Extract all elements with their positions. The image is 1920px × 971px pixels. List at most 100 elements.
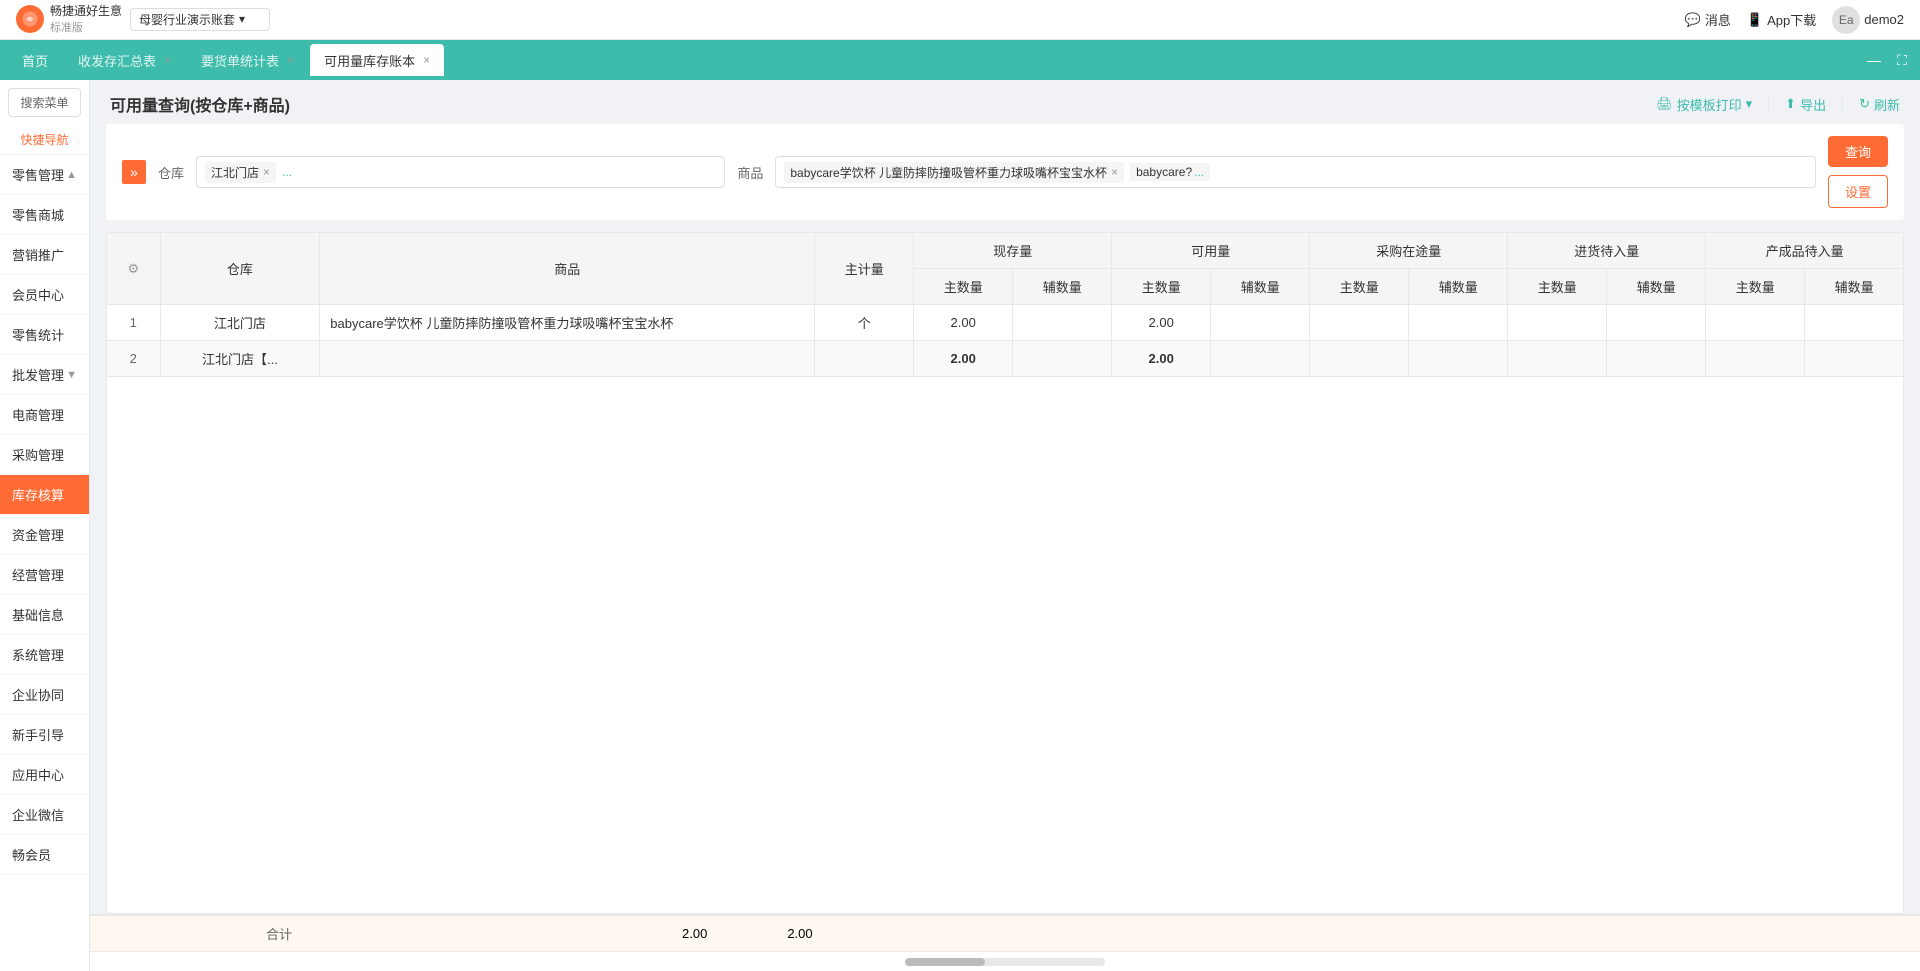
row1-production-aux [1805,305,1903,341]
warehouse-filter-tags[interactable]: 江北门店 × ... [196,156,725,188]
row2-unit [815,341,914,377]
sidebar-item-marketing[interactable]: 营销推广 [0,235,89,275]
row1-stock-aux [1013,305,1112,341]
sidebar-item-newbie[interactable]: 新手引导 [0,715,89,755]
col-production-pending-header: 产成品待入量 [1706,233,1903,269]
sidebar-item-basic[interactable]: 基础信息 [0,595,89,635]
sidebar-label-purchase: 采购管理 [12,445,77,464]
product-tag-2: babycare? ... [1130,163,1210,181]
col-warehouse-header: 仓库 [160,233,320,305]
table-settings-icon[interactable]: ⚙ [127,261,139,276]
sidebar-label-enterprise-wechat: 企业微信 [12,805,77,824]
tab-demand-close[interactable]: × [287,53,294,67]
page-title: 可用量查询(按仓库+商品) [110,92,290,116]
template-print-btn[interactable]: 🖨 按模板打印 ▾ [1656,95,1752,114]
main-layout: 搜索菜单 快捷导航 零售管理 ▲ 零售商城 营销推广 会员中心 零售统计 批发管… [0,80,1920,971]
dropdown-arrow-icon: ▾ [239,12,245,26]
sidebar-item-system[interactable]: 系统管理 [0,635,89,675]
export-btn[interactable]: ⬆ 导出 [1785,95,1826,114]
tab-minimize-btn[interactable]: — [1864,50,1884,70]
message-btn[interactable]: 💬 消息 [1685,10,1731,29]
sidebar-item-retail-mall[interactable]: 零售商城 [0,195,89,235]
sidebar-label-retail-mgmt: 零售管理 [12,165,66,184]
tab-bar: 首页 收发存汇总表 × 要货单统计表 × 可用量库存账本 × — ⛶ [0,40,1920,80]
sidebar-item-member[interactable]: 会员中心 [0,275,89,315]
sidebar-item-purchase[interactable]: 采购管理 [0,435,89,475]
app-download-btn[interactable]: 📱 App下载 [1747,10,1816,29]
row2-purchase-main [1310,341,1409,377]
tab-maximize-btn[interactable]: ⛶ [1892,50,1912,70]
warehouse-more-btn[interactable]: ... [282,165,292,179]
action-divider [1768,96,1769,112]
sidebar-label-newbie: 新手引导 [12,725,77,744]
sidebar-item-retail-mgmt[interactable]: 零售管理 ▲ [0,155,89,195]
avatar: Ea [1832,6,1860,34]
tab-available-close[interactable]: × [423,53,430,67]
sidebar-section: 零售管理 ▲ 零售商城 营销推广 会员中心 零售统计 批发管理 ▼ 电商管理 [0,154,89,875]
content-area: 可用量查询(按仓库+商品) 🖨 按模板打印 ▾ ⬆ 导出 ↻ 刷新 [90,80,1920,971]
sidebar-item-inventory[interactable]: 库存核算 [0,475,89,515]
col-stock-main: 主数量 [914,269,1013,305]
inventory-table: ⚙ 仓库 商品 主计量 现存量 可用量 采购在途量 进货待入量 产成品待入量 主… [107,233,1903,377]
col-purchase-transit-header: 采购在途量 [1310,233,1508,269]
col-settings-header[interactable]: ⚙ [107,233,160,305]
row1-purchase-main [1310,305,1409,341]
sidebar-label-basic: 基础信息 [12,605,77,624]
tab-available[interactable]: 可用量库存账本 × [310,44,444,76]
product-filter-tags[interactable]: babycare学饮杯 儿童防摔防撞吸管杯重力球吸嘴杯宝宝水杯 × babyca… [775,156,1816,188]
query-btn[interactable]: 查询 [1828,136,1888,167]
refresh-icon: ↻ [1859,96,1870,112]
col-production-aux: 辅数量 [1805,269,1903,305]
product-tag-1-close[interactable]: × [1111,165,1118,179]
tab-demand[interactable]: 要货单统计表 × [187,44,308,76]
tab-controls: — ⛶ [1864,50,1912,70]
sidebar-item-enterprise-wechat[interactable]: 企业微信 [0,795,89,835]
account-selector[interactable]: 母婴行业演示账套 ▾ [130,8,270,31]
search-menu-btn[interactable]: 搜索菜单 [8,88,81,117]
footer-values: 2.00 2.00 [302,926,813,941]
row2-warehouse: 江北门店【... [160,341,320,377]
row1-unit: 个 [815,305,914,341]
warehouse-tag-close[interactable]: × [263,165,270,179]
warehouse-filter-label: 仓库 [158,163,184,182]
col-product-header: 商品 [320,233,815,305]
sidebar-item-business[interactable]: 经营管理 [0,555,89,595]
sidebar-item-appstore[interactable]: 应用中心 [0,755,89,795]
sidebar-label-business: 经营管理 [12,565,77,584]
sidebar-item-finance[interactable]: 资金管理 [0,515,89,555]
top-bar: 畅捷通好生意 标准版 母婴行业演示账套 ▾ 💬 消息 📱 App下载 Ea de… [0,0,1920,40]
product-tag-label-1: babycare学饮杯 儿童防摔防撞吸管杯重力球吸嘴杯宝宝水杯 [790,164,1107,181]
sidebar-label-ecommerce: 电商管理 [12,405,77,424]
row2-stock-main: 2.00 [914,341,1013,377]
product-more-btn[interactable]: ... [1194,165,1204,179]
action-divider2 [1842,96,1843,112]
sidebar-label-appstore: 应用中心 [12,765,77,784]
sidebar-item-member2[interactable]: 畅会员 [0,835,89,875]
product-tag-label-2: babycare? [1136,165,1192,179]
sidebar-label-enterprise: 企业协同 [12,685,77,704]
sidebar-label-retail-mall: 零售商城 [12,205,77,224]
row1-incoming-main [1508,305,1607,341]
sidebar-label-member: 会员中心 [12,285,77,304]
filter-section: » 仓库 江北门店 × ... 商品 babycare学饮杯 儿童防摔防撞吸管杯… [106,124,1904,220]
settings-btn[interactable]: 设置 [1828,175,1888,208]
user-avatar-area[interactable]: Ea demo2 [1832,6,1904,34]
bottom-scrollbar [90,951,1920,971]
sidebar-item-enterprise[interactable]: 企业协同 [0,675,89,715]
refresh-btn[interactable]: ↻ 刷新 [1859,95,1900,114]
template-dropdown-icon: ▾ [1746,96,1753,112]
filter-expand-btn[interactable]: » [122,160,146,184]
col-stock-aux: 辅数量 [1013,269,1112,305]
tab-available-label: 可用量库存账本 [324,51,415,70]
quick-nav-btn[interactable]: 快捷导航 [0,125,89,154]
row1-avail-aux [1211,305,1310,341]
tab-receive-close[interactable]: × [164,53,171,67]
warehouse-tag-jiangbei: 江北门店 × [205,162,276,183]
sidebar-item-retail-stats[interactable]: 零售统计 [0,315,89,355]
tab-home[interactable]: 首页 [8,44,62,76]
sidebar-item-wholesale[interactable]: 批发管理 ▼ [0,355,89,395]
brand-sub: 标准版 [50,19,122,35]
tab-receive[interactable]: 收发存汇总表 × [64,44,185,76]
row2-incoming-aux [1607,341,1706,377]
sidebar-item-ecommerce[interactable]: 电商管理 [0,395,89,435]
